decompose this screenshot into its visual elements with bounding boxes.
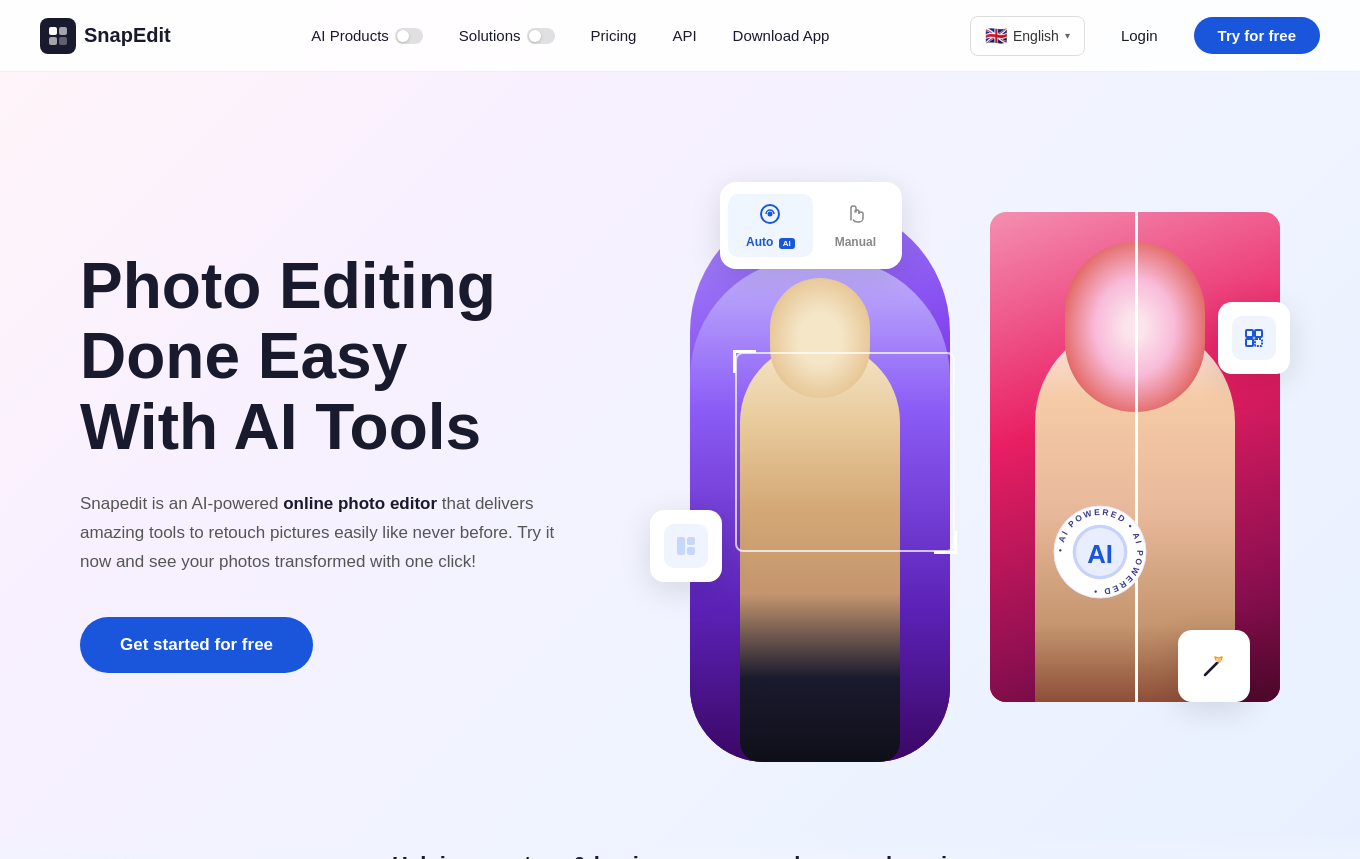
svg-rect-11 — [687, 537, 695, 545]
ai-products-toggle[interactable] — [395, 28, 423, 44]
auto-icon — [758, 202, 782, 231]
hero-description: Snapedit is an AI-powered online photo e… — [80, 490, 560, 577]
nav-solutions-label: Solutions — [459, 27, 521, 44]
auto-label: Auto AI — [746, 235, 795, 249]
nav-right: 🇬🇧 English ▾ Login Try for free — [970, 16, 1320, 56]
svg-rect-9 — [1255, 339, 1262, 346]
hero-title: Photo Editing Done Easy With AI Tools — [80, 251, 560, 462]
navbar: SnapEdit AI Products Solutions Pricing A… — [0, 0, 1360, 72]
expand-card — [1218, 302, 1290, 374]
try-for-free-button[interactable]: Try for free — [1194, 17, 1320, 54]
svg-rect-8 — [1246, 339, 1253, 346]
magic-wand-icon — [1192, 644, 1236, 688]
svg-rect-1 — [59, 27, 67, 35]
svg-point-5 — [768, 212, 773, 217]
flag-icon: 🇬🇧 — [985, 25, 1007, 47]
chevron-down-icon: ▾ — [1065, 30, 1070, 41]
login-button[interactable]: Login — [1101, 19, 1178, 52]
nav-api-label: API — [672, 27, 696, 44]
nav-link-solutions[interactable]: Solutions — [443, 19, 571, 52]
photo-secondary-image — [990, 212, 1280, 702]
nav-link-download[interactable]: Download App — [717, 19, 846, 52]
nav-download-label: Download App — [733, 27, 830, 44]
layout-card — [650, 510, 722, 582]
nav-link-api[interactable]: API — [656, 19, 712, 52]
bottom-teaser: Helping creators & businesses everywhere… — [0, 832, 1360, 859]
language-selector[interactable]: 🇬🇧 English ▾ — [970, 16, 1085, 56]
svg-text:AI: AI — [1087, 540, 1113, 568]
nav-links: AI Products Solutions Pricing API Downlo… — [295, 19, 845, 52]
logo-icon — [40, 18, 76, 54]
manual-icon — [843, 202, 867, 231]
get-started-button[interactable]: Get started for free — [80, 617, 313, 673]
photo-divider — [1135, 212, 1138, 702]
manual-mode-button[interactable]: Manual — [817, 194, 894, 257]
focus-frame — [735, 352, 955, 552]
svg-rect-12 — [687, 547, 695, 555]
auto-manual-card: Auto AI Manual — [720, 182, 902, 269]
layout-icon — [664, 524, 708, 568]
hero-visual: Auto AI Manual — [640, 162, 1280, 762]
nav-ai-products-label: AI Products — [311, 27, 389, 44]
logo[interactable]: SnapEdit — [40, 18, 171, 54]
svg-rect-3 — [59, 37, 67, 45]
bottom-teaser-text: Helping creators & businesses everywhere… — [20, 852, 1340, 859]
svg-rect-2 — [49, 37, 57, 45]
svg-rect-0 — [49, 27, 57, 35]
nav-pricing-label: Pricing — [591, 27, 637, 44]
svg-rect-6 — [1246, 330, 1253, 337]
solutions-toggle[interactable] — [527, 28, 555, 44]
language-label: English — [1013, 28, 1059, 44]
nav-link-ai-products[interactable]: AI Products — [295, 19, 439, 52]
manual-label: Manual — [835, 235, 876, 249]
ai-powered-circle: • AI POWERED • AI POWERED • AI — [1050, 502, 1150, 602]
svg-rect-7 — [1255, 330, 1262, 337]
expand-icon — [1232, 316, 1276, 360]
nav-link-pricing[interactable]: Pricing — [575, 19, 653, 52]
hero-content: Photo Editing Done Easy With AI Tools Sn… — [80, 251, 560, 673]
ai-powered-center-icon: AI — [1070, 522, 1130, 582]
magic-wand-card — [1178, 630, 1250, 702]
logo-text: SnapEdit — [84, 24, 171, 47]
auto-mode-button[interactable]: Auto AI — [728, 194, 813, 257]
photo-secondary-pinkhair — [990, 212, 1280, 702]
hero-section: Photo Editing Done Easy With AI Tools Sn… — [0, 72, 1360, 832]
svg-rect-10 — [677, 537, 685, 555]
ai-powered-badge: • AI POWERED • AI POWERED • AI — [1050, 502, 1150, 602]
